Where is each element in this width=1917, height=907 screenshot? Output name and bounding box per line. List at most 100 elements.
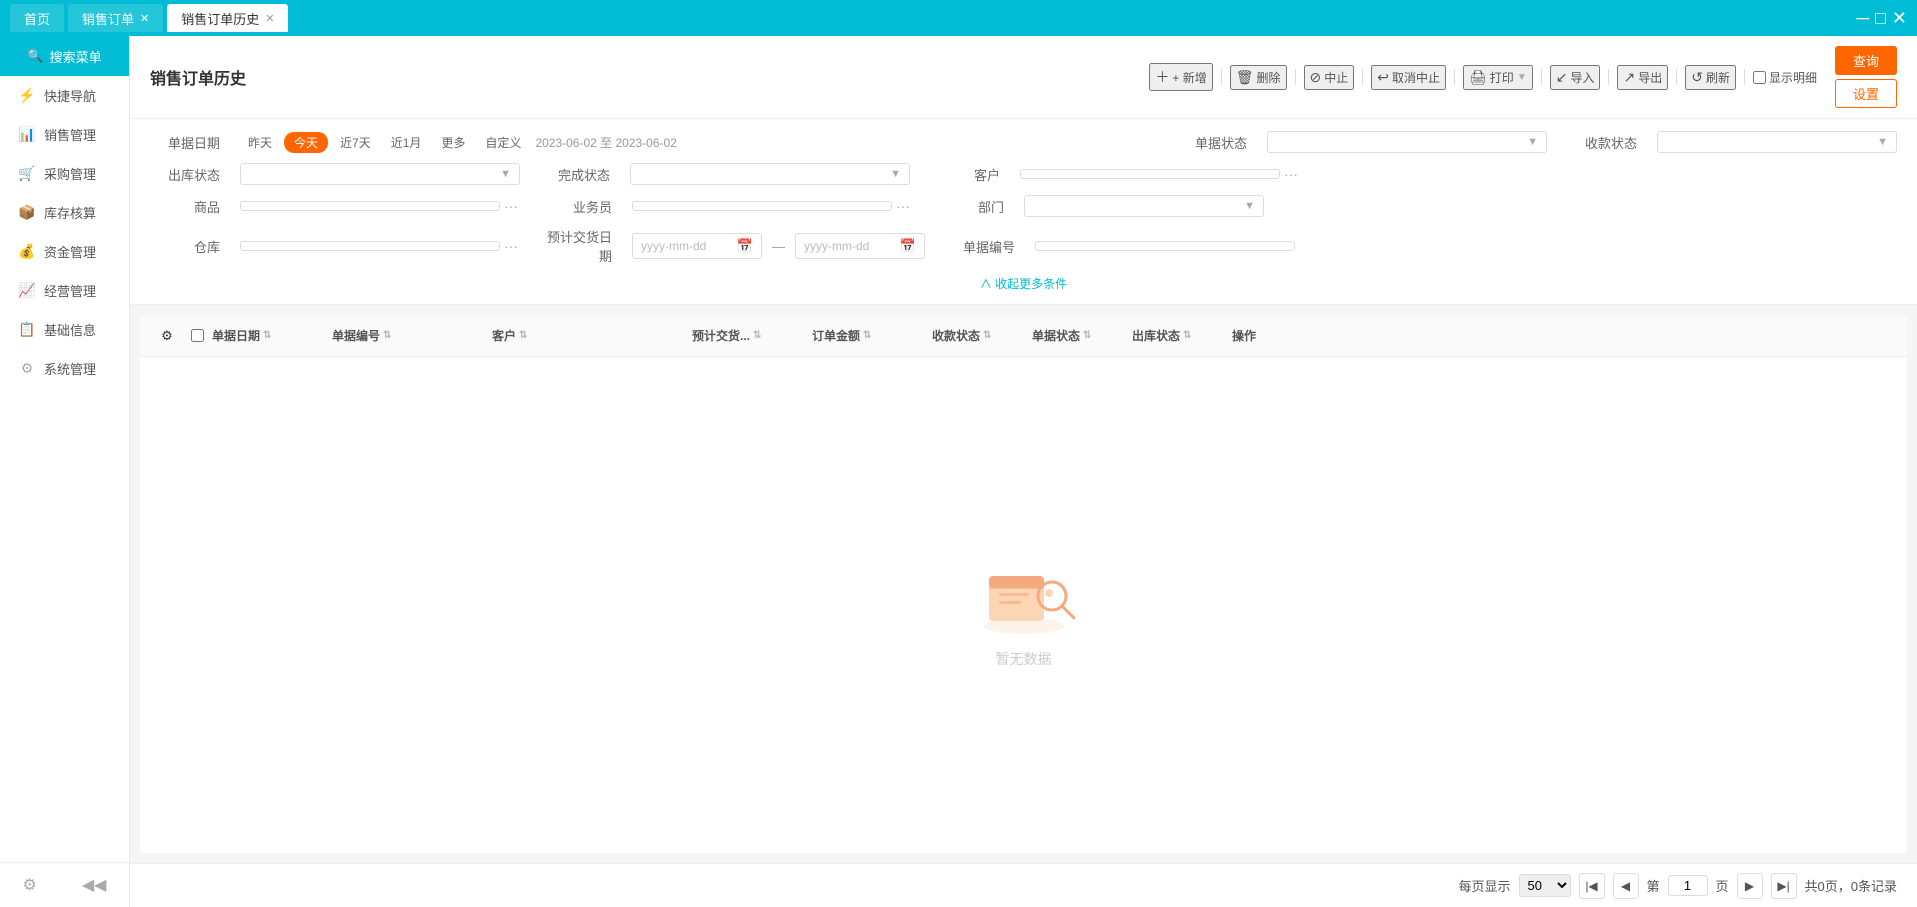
import-icon: ↙ xyxy=(1556,69,1568,86)
table-body: 暂无数据 xyxy=(140,357,1907,853)
department-select[interactable]: ▼ xyxy=(1024,195,1264,217)
table-select-all[interactable] xyxy=(182,329,212,342)
sidebar-collapse-icon[interactable]: ◀◀ xyxy=(78,871,111,899)
delivery-date-start[interactable]: yyyy-mm-dd 📅 xyxy=(632,233,762,259)
page-unit: 页 xyxy=(1716,876,1729,895)
sidebar-item-business[interactable]: 📈 经营管理 xyxy=(0,271,129,310)
page-size-select[interactable]: 10 20 50 100 xyxy=(1519,874,1571,897)
sidebar-item-sales[interactable]: 📊 销售管理 xyxy=(0,115,129,154)
warehouse-dots-icon[interactable]: ··· xyxy=(500,238,522,254)
order-status-select[interactable]: ▼ xyxy=(1267,131,1547,153)
tab-home[interactable]: 首页 xyxy=(10,4,64,32)
sidebar-item-basic[interactable]: 📋 基础信息 xyxy=(0,310,129,349)
tab-sales-order-label: 销售订单 xyxy=(82,9,134,28)
sidebar-item-basic-label: 基础信息 xyxy=(44,320,96,339)
date-tab-7days[interactable]: 近7天 xyxy=(332,132,379,153)
sidebar-item-finance-label: 资金管理 xyxy=(44,242,96,261)
complete-status-label: 完成状态 xyxy=(540,165,610,184)
col-header-amount[interactable]: 订单金额 ⇅ xyxy=(812,327,932,344)
top-bar: 首页 销售订单 ✕ 销售订单历史 ✕ ─ □ ✕ xyxy=(0,0,1917,36)
delete-button[interactable]: 🗑 删除 xyxy=(1230,65,1287,90)
sidebar-item-system[interactable]: ⚙ 系统管理 xyxy=(0,349,129,388)
divider-4 xyxy=(1454,69,1455,85)
date-tab-custom[interactable]: 自定义 xyxy=(477,132,529,153)
calendar-end-icon[interactable]: 📅 xyxy=(900,238,916,254)
sort-delivery-icon: ⇅ xyxy=(753,330,761,341)
col-header-receipt[interactable]: 收款状态 ⇅ xyxy=(932,327,1032,344)
delivery-date-end[interactable]: yyyy-mm-dd 📅 xyxy=(795,233,925,259)
customer-input[interactable] xyxy=(1020,169,1280,179)
date-tab-more[interactable]: 更多 xyxy=(433,132,473,153)
col-header-date[interactable]: 单据日期 ⇅ xyxy=(212,327,332,344)
sidebar-item-inventory[interactable]: 📦 库存核算 xyxy=(0,193,129,232)
date-tab-today[interactable]: 今天 xyxy=(284,132,328,153)
main-layout: 🔍 搜索菜单 ⚡ 快捷导航 📊 销售管理 🛒 采购管理 📦 库存核算 💰 资金管… xyxy=(0,36,1917,907)
col-header-status[interactable]: 单据状态 ⇅ xyxy=(1032,327,1132,344)
next-page-button[interactable]: ▶ xyxy=(1737,873,1763,899)
close-button[interactable]: ✕ xyxy=(1892,8,1907,29)
stop-icon: ⊘ xyxy=(1310,69,1322,86)
goods-dots-icon[interactable]: ··· xyxy=(500,198,522,214)
import-button[interactable]: ↙ 导入 xyxy=(1550,65,1601,90)
select-all-checkbox[interactable] xyxy=(191,329,204,342)
prev-page-button[interactable]: ◀ xyxy=(1613,873,1639,899)
col-header-delivery[interactable]: 预计交货... ⇅ xyxy=(692,327,812,344)
col-header-customer[interactable]: 客户 ⇅ xyxy=(492,327,692,344)
cancel-stop-label: 取消中止 xyxy=(1392,69,1440,86)
warehouse-input[interactable] xyxy=(240,241,500,251)
date-range-display: 2023-06-02 至 2023-06-02 xyxy=(535,134,676,151)
page-number-input[interactable] xyxy=(1668,875,1708,896)
sidebar-item-shortcuts[interactable]: ⚡ 快捷导航 xyxy=(0,76,129,115)
collapse-bar[interactable]: ∧ 收起更多条件 xyxy=(150,275,1897,292)
date-tab-1month[interactable]: 近1月 xyxy=(383,132,430,153)
minimize-button[interactable]: ─ xyxy=(1856,8,1869,29)
print-button[interactable]: 🖨 打印 ▼ xyxy=(1463,65,1533,90)
sidebar-item-inventory-label: 库存核算 xyxy=(44,203,96,222)
total-info: 共0页，0条记录 xyxy=(1805,876,1897,895)
system-icon: ⚙ xyxy=(18,360,36,378)
show-detail-checkbox-label[interactable]: 显示明细 xyxy=(1753,69,1817,86)
receipt-status-select[interactable]: ▼ xyxy=(1657,131,1897,153)
sort-customer-icon: ⇅ xyxy=(519,330,527,341)
sidebar-item-finance[interactable]: 💰 资金管理 xyxy=(0,232,129,271)
empty-image xyxy=(964,541,1084,641)
receipt-status-arrow-icon: ▼ xyxy=(1877,136,1888,148)
new-button[interactable]: ＋ + 新增 xyxy=(1149,63,1212,91)
tab-sales-order-close[interactable]: ✕ xyxy=(140,12,149,25)
query-button[interactable]: 查询 xyxy=(1835,46,1897,75)
refresh-button[interactable]: ↺ 刷新 xyxy=(1685,65,1736,90)
order-num-input[interactable] xyxy=(1035,241,1295,251)
complete-status-select[interactable]: ▼ xyxy=(630,163,910,185)
col-header-stock[interactable]: 出库状态 ⇅ xyxy=(1132,327,1232,344)
sidebar-item-purchase-label: 采购管理 xyxy=(44,164,96,183)
salesperson-input[interactable] xyxy=(632,201,892,211)
maximize-button[interactable]: □ xyxy=(1875,8,1886,29)
customer-dots-icon[interactable]: ··· xyxy=(1280,166,1302,182)
stop-button[interactable]: ⊘ 中止 xyxy=(1304,65,1355,90)
cancel-stop-button[interactable]: ↩ 取消中止 xyxy=(1371,65,1446,90)
divider-5 xyxy=(1541,69,1542,85)
department-label: 部门 xyxy=(934,197,1004,216)
order-num-label: 单据编号 xyxy=(945,237,1015,256)
salesperson-dots-icon[interactable]: ··· xyxy=(892,198,914,214)
stock-out-select[interactable]: ▼ xyxy=(240,163,520,185)
tab-sales-order[interactable]: 销售订单 ✕ xyxy=(68,4,163,32)
tab-sales-history[interactable]: 销售订单历史 ✕ xyxy=(167,4,288,32)
sidebar-search[interactable]: 🔍 搜索菜单 xyxy=(0,36,129,76)
calendar-start-icon[interactable]: 📅 xyxy=(737,238,753,254)
setting-button[interactable]: 设置 xyxy=(1835,79,1897,108)
goods-input[interactable] xyxy=(240,201,500,211)
sidebar-item-purchase[interactable]: 🛒 采购管理 xyxy=(0,154,129,193)
export-button[interactable]: ↗ 导出 xyxy=(1617,65,1668,90)
tab-sales-history-close[interactable]: ✕ xyxy=(265,12,274,25)
col-receipt-label: 收款状态 xyxy=(932,327,980,344)
last-page-button[interactable]: ▶| xyxy=(1771,873,1797,899)
show-detail-checkbox[interactable] xyxy=(1753,71,1766,84)
salesperson-label: 业务员 xyxy=(542,197,612,216)
date-tab-yesterday[interactable]: 昨天 xyxy=(240,132,280,153)
table-settings-icon[interactable]: ⚙ xyxy=(152,328,182,344)
col-header-num[interactable]: 单据编号 ⇅ xyxy=(332,327,492,344)
sidebar: 🔍 搜索菜单 ⚡ 快捷导航 📊 销售管理 🛒 采购管理 📦 库存核算 💰 资金管… xyxy=(0,36,130,907)
first-page-button[interactable]: |◀ xyxy=(1579,873,1605,899)
sidebar-settings-icon[interactable]: ⚙ xyxy=(19,871,41,899)
